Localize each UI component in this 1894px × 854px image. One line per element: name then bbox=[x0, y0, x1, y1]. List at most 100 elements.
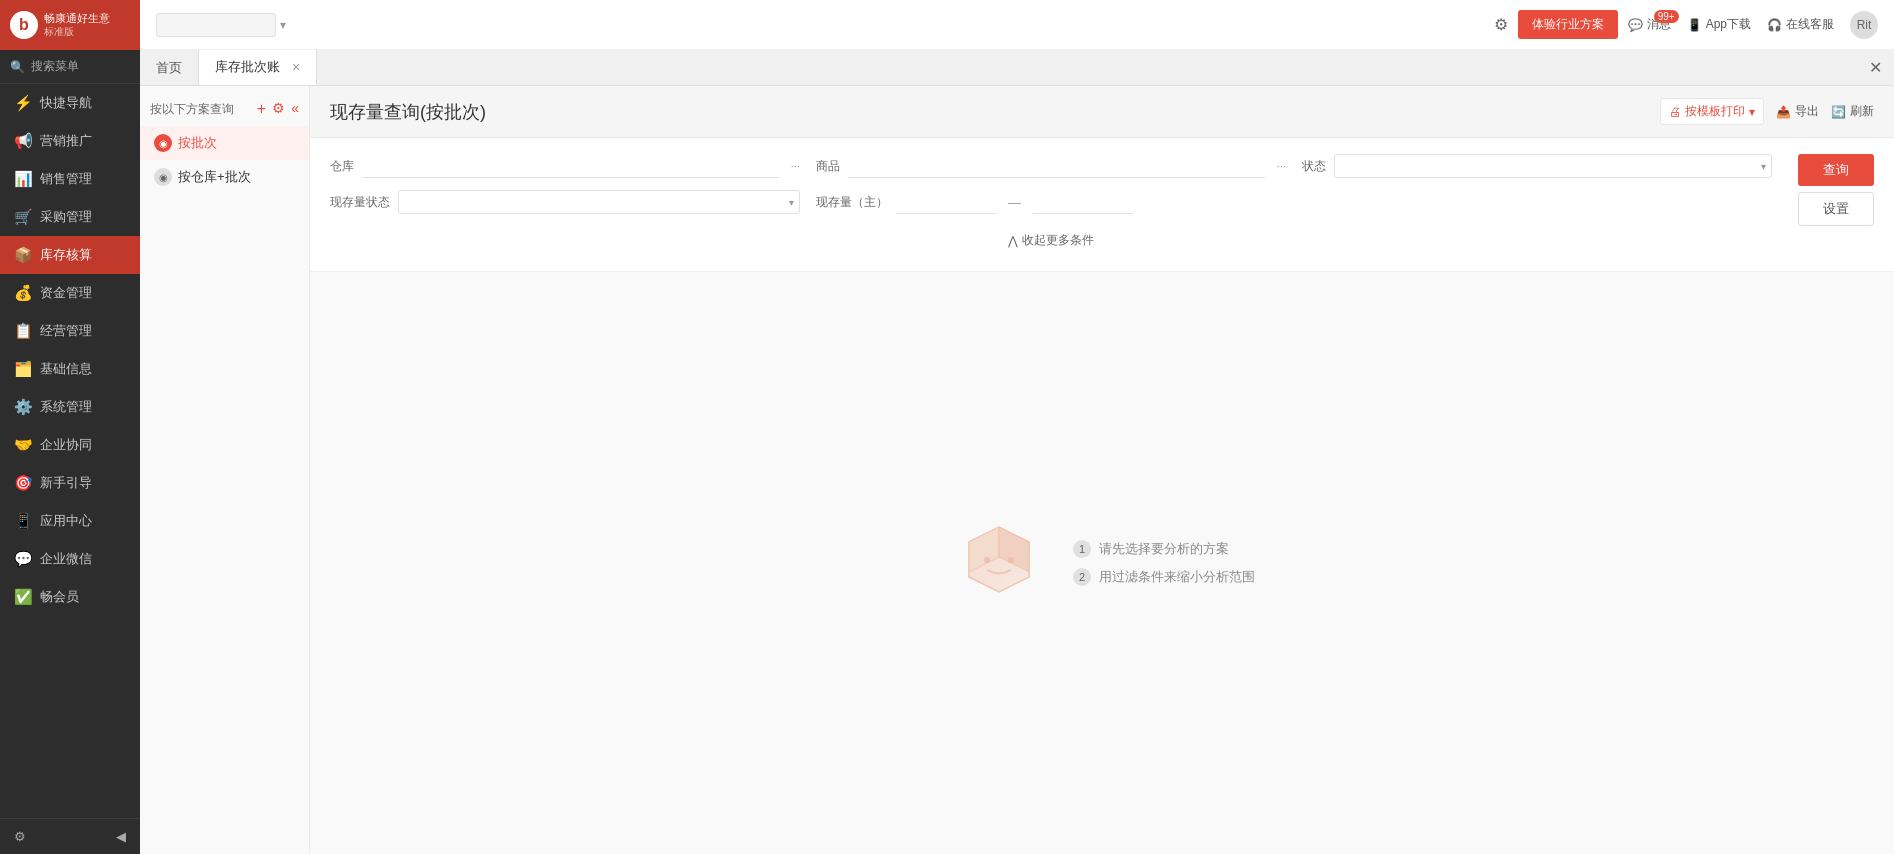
left-panel: 按以下方案查询 + ⚙ « ◉ 按批次 ◉ 按仓库+批次 bbox=[140, 86, 310, 854]
system-icon: ⚙️ bbox=[14, 398, 32, 416]
sidebar-item-label: 应用中心 bbox=[40, 512, 92, 530]
app-download-item[interactable]: 📱 App下载 bbox=[1687, 16, 1751, 33]
sidebar-item-enterprise[interactable]: 🤝 企业协同 bbox=[0, 426, 140, 464]
inventory-qty-label: 现存量（主） bbox=[816, 194, 888, 211]
page-header-actions: 🖨 按模板打印 ▾ 📤 导出 🔄 刷新 bbox=[1660, 98, 1874, 125]
topbar-gear-icon[interactable]: ⚙ bbox=[1494, 15, 1508, 34]
empty-tip-1: 1 请先选择要分析的方案 bbox=[1073, 540, 1255, 558]
tip-text-1: 请先选择要分析的方案 bbox=[1099, 540, 1229, 558]
sidebar-item-finance[interactable]: 💰 资金管理 bbox=[0, 274, 140, 312]
print-dropdown-icon[interactable]: ▾ bbox=[1749, 105, 1755, 119]
warehouse-filter-input[interactable] bbox=[362, 155, 779, 178]
sidebar-item-membership[interactable]: ✅ 畅会员 bbox=[0, 578, 140, 616]
scheme-label-batch: 按批次 bbox=[178, 134, 217, 152]
add-scheme-icon[interactable]: + bbox=[257, 100, 266, 118]
export-button[interactable]: 📤 导出 bbox=[1776, 103, 1819, 120]
sidebar-item-label: 经营管理 bbox=[40, 322, 92, 340]
product-more-icon[interactable]: ··· bbox=[1277, 160, 1286, 172]
sidebar-search[interactable]: 🔍 搜索菜单 bbox=[0, 50, 140, 84]
tip-text-2: 用过滤条件来缩小分析范围 bbox=[1099, 568, 1255, 586]
sidebar-logo: b bbox=[10, 11, 38, 39]
headset-icon: 🎧 bbox=[1767, 18, 1782, 32]
sidebar-settings-icon[interactable]: ⚙ bbox=[14, 829, 26, 844]
scheme-icon-warehouse-batch: ◉ bbox=[154, 168, 172, 186]
scheme-item-by-warehouse-batch[interactable]: ◉ 按仓库+批次 bbox=[140, 160, 309, 194]
topbar: ▾ ⚙ 体验行业方案 💬 消息 99+ 📱 App下载 🎧 在线客服 Rit bbox=[140, 0, 1894, 50]
collapse-label: 收起更多条件 bbox=[1022, 232, 1094, 249]
sidebar-item-label: 新手引导 bbox=[40, 474, 92, 492]
left-panel-header-icons: + ⚙ « bbox=[257, 100, 299, 118]
refresh-label: 刷新 bbox=[1850, 103, 1874, 120]
scheme-item-by-batch[interactable]: ◉ 按批次 bbox=[140, 126, 309, 160]
status-filter-label: 状态 bbox=[1302, 158, 1326, 175]
sidebar-item-purchase[interactable]: 🛒 采购管理 bbox=[0, 198, 140, 236]
empty-illustration bbox=[949, 502, 1049, 625]
collapse-panel-icon[interactable]: « bbox=[291, 100, 299, 118]
sidebar-item-inventory[interactable]: 📦 库存核算 bbox=[0, 236, 140, 274]
sidebar-item-basic[interactable]: 🗂️ 基础信息 bbox=[0, 350, 140, 388]
messages-icon: 💬 bbox=[1628, 18, 1643, 32]
tab-home[interactable]: 首页 bbox=[140, 50, 199, 85]
print-label: 按模板打印 bbox=[1685, 103, 1745, 120]
refresh-button[interactable]: 🔄 刷新 bbox=[1831, 103, 1874, 120]
sidebar-item-wechat[interactable]: 💬 企业微信 bbox=[0, 540, 140, 578]
main-area: ▾ ⚙ 体验行业方案 💬 消息 99+ 📱 App下载 🎧 在线客服 Rit bbox=[140, 0, 1894, 854]
left-panel-header-label: 按以下方案查询 bbox=[150, 101, 234, 118]
sidebar-item-marketing[interactable]: 📢 营销推广 bbox=[0, 122, 140, 160]
marketing-icon: 📢 bbox=[14, 132, 32, 150]
user-name: Rit bbox=[1857, 18, 1872, 32]
filter-area: 仓库 ··· 商品 ··· 状态 bbox=[310, 138, 1894, 272]
sidebar-item-sales[interactable]: 📊 销售管理 bbox=[0, 160, 140, 198]
brand-sub: 标准版 bbox=[44, 25, 110, 39]
settings-scheme-icon[interactable]: ⚙ bbox=[272, 100, 285, 118]
wechat-icon: 💬 bbox=[14, 550, 32, 568]
warehouse-more-icon[interactable]: ··· bbox=[791, 160, 800, 172]
user-item[interactable]: Rit bbox=[1850, 11, 1878, 39]
sales-icon: 📊 bbox=[14, 170, 32, 188]
sidebar-item-app-center[interactable]: 📱 应用中心 bbox=[0, 502, 140, 540]
sidebar-item-system[interactable]: ⚙️ 系统管理 bbox=[0, 388, 140, 426]
basic-icon: 🗂️ bbox=[14, 360, 32, 378]
online-service-label: 在线客服 bbox=[1786, 16, 1834, 33]
scheme-icon-batch: ◉ bbox=[154, 134, 172, 152]
action-buttons: 查询 设置 bbox=[1798, 154, 1874, 226]
product-filter-input[interactable] bbox=[848, 155, 1265, 178]
app-download-label: App下载 bbox=[1706, 16, 1751, 33]
query-button[interactable]: 查询 bbox=[1798, 154, 1874, 186]
finance-icon: 💰 bbox=[14, 284, 32, 302]
sidebar-item-operations[interactable]: 📋 经营管理 bbox=[0, 312, 140, 350]
sidebar-item-label: 企业微信 bbox=[40, 550, 92, 568]
avatar: Rit bbox=[1850, 11, 1878, 39]
topbar-dropdown-icon[interactable]: ▾ bbox=[280, 18, 286, 32]
empty-tip-2: 2 用过滤条件来缩小分析范围 bbox=[1073, 568, 1255, 586]
sidebar-item-newbie[interactable]: 🎯 新手引导 bbox=[0, 464, 140, 502]
settings-button[interactable]: 设置 bbox=[1798, 192, 1874, 226]
brand-name: 畅康通好生意 bbox=[44, 11, 110, 25]
sidebar-item-quick-nav[interactable]: ⚡ 快捷导航 bbox=[0, 84, 140, 122]
sidebar-item-label: 系统管理 bbox=[40, 398, 92, 416]
printer-icon: 🖨 bbox=[1669, 105, 1681, 119]
print-button[interactable]: 🖨 按模板打印 ▾ bbox=[1660, 98, 1764, 125]
trial-button[interactable]: 体验行业方案 bbox=[1518, 10, 1618, 39]
tab-close-icon[interactable]: × bbox=[292, 59, 300, 75]
sidebar-item-label: 快捷导航 bbox=[40, 94, 92, 112]
sidebar-collapse-icon[interactable]: ◀ bbox=[116, 829, 126, 844]
inventory-status-select[interactable] bbox=[398, 190, 800, 214]
tip-num-2: 2 bbox=[1073, 568, 1091, 586]
topbar-search-input[interactable] bbox=[156, 13, 276, 37]
inventory-qty-max-input[interactable] bbox=[1033, 191, 1133, 214]
status-select[interactable] bbox=[1334, 154, 1772, 178]
app-download-icon: 📱 bbox=[1687, 18, 1702, 32]
svg-point-3 bbox=[984, 557, 990, 563]
tabbar-close-button[interactable]: ✕ bbox=[1857, 58, 1894, 77]
messages-item[interactable]: 💬 消息 99+ bbox=[1628, 16, 1671, 33]
tabbar: 首页 库存批次账 × ✕ bbox=[140, 50, 1894, 86]
inventory-icon: 📦 bbox=[14, 246, 32, 264]
enterprise-icon: 🤝 bbox=[14, 436, 32, 454]
status-select-wrapper: ▾ bbox=[1334, 154, 1772, 178]
collapse-filter-button[interactable]: ⋀ 收起更多条件 bbox=[330, 226, 1772, 255]
inventory-qty-min-input[interactable] bbox=[896, 191, 996, 214]
inventory-status-select-wrapper: ▾ bbox=[398, 190, 800, 214]
online-service-item[interactable]: 🎧 在线客服 bbox=[1767, 16, 1834, 33]
tab-inventory-batch[interactable]: 库存批次账 × bbox=[199, 50, 317, 85]
